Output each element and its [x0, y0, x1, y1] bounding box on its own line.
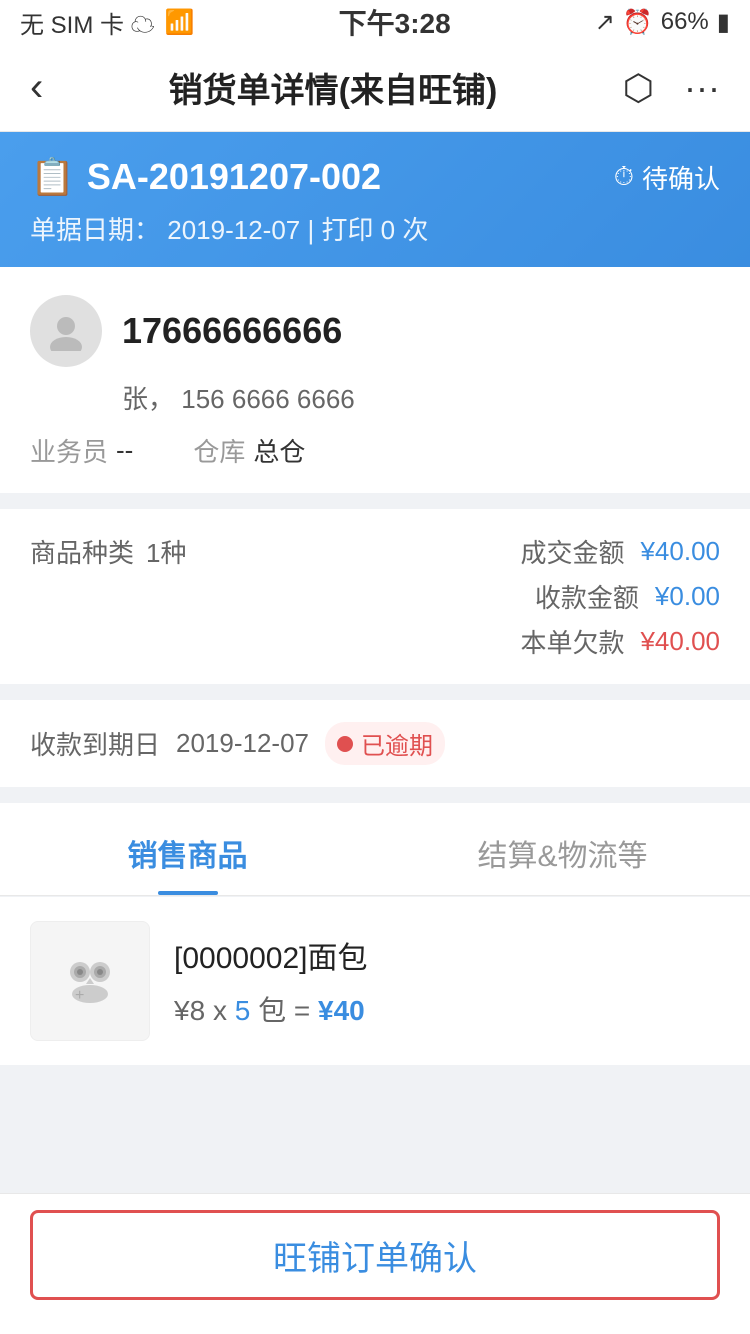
received-label: 收款金额 [535, 578, 639, 615]
product-unit: 包 [258, 995, 286, 1026]
confirm-order-button[interactable]: 旺铺订单确认 [30, 1210, 720, 1300]
customer-meta-row: 业务员 -- 仓库 总仓 [30, 432, 720, 469]
order-date-row: 单据日期： 2019-12-07 | 打印 0 次 [30, 210, 720, 247]
nav-bar: ‹ 销货单详情(来自旺铺) ⬡ ··· [0, 44, 750, 132]
order-header: 📋 SA-20191207-002 ⏱ 待确认 单据日期： 2019-12-07… [0, 132, 750, 267]
sales-rep-label: 业务员 [30, 432, 108, 469]
print-info: | 打印 0 次 [307, 215, 428, 245]
warehouse-item: 仓库 总仓 [193, 432, 305, 469]
contact-name: 张， [122, 384, 174, 414]
transaction-amount: ¥40.00 [640, 536, 720, 567]
battery-icon: ▮ [717, 8, 730, 37]
goods-type-value: 1种 [146, 533, 186, 570]
overdue-text: 已逾期 [361, 726, 433, 761]
share-icon[interactable]: ⬡ [623, 67, 654, 109]
equals-sign: = [294, 995, 318, 1026]
product-qty: 5 [235, 995, 251, 1026]
svg-text:+: + [75, 987, 84, 1004]
alarm-icon: ⏰ [623, 8, 653, 37]
due-date-card: 收款到期日 2019-12-07 已逾期 [0, 700, 750, 787]
avatar [30, 295, 102, 367]
sim-text: 无 SIM 卡 ☁ [20, 5, 155, 40]
date-value: 2019-12-07 [167, 215, 300, 245]
order-status: ⏱ 待确认 [614, 159, 720, 196]
order-icon: 📋 [30, 156, 75, 198]
product-logo-icon: + [55, 950, 125, 1012]
status-bar: 无 SIM 卡 ☁ 📶 下午3:28 ↗ ⏰ 66% ▮ [0, 0, 750, 44]
status-text: 待确认 [642, 159, 720, 196]
sales-rep-item: 业务员 -- [30, 432, 133, 469]
multiply-sign: x [213, 995, 235, 1026]
location-icon: ↗ [595, 8, 615, 37]
product-info: [0000002]面包 ¥8 x 5 包 = ¥40 [174, 933, 720, 1029]
overdue-dot [337, 736, 353, 752]
clock-icon: ⏱ [614, 161, 634, 193]
received-row: 收款金额 ¥0.00 [535, 578, 720, 615]
tabs-container: 销售商品 结算&物流等 [0, 803, 750, 896]
owed-row: 本单欠款 ¥40.00 [520, 623, 720, 660]
owed-label: 本单欠款 [520, 623, 624, 660]
owed-amount: ¥40.00 [640, 626, 720, 657]
order-id-row: 📋 SA-20191207-002 [30, 156, 381, 198]
battery-text: 66% [661, 8, 709, 36]
due-date-value: 2019-12-07 [176, 728, 309, 759]
page-title: 销货单详情(来自旺铺) [169, 63, 498, 112]
goods-type-label: 商品种类 [30, 533, 134, 570]
tabs: 销售商品 结算&物流等 [0, 803, 750, 896]
customer-contact: 张， 156 6666 6666 [30, 379, 720, 416]
order-id-text: SA-20191207-002 [87, 156, 381, 198]
customer-phone: 17666666666 [122, 310, 342, 352]
more-icon[interactable]: ··· [684, 67, 720, 109]
overdue-badge: 已逾期 [325, 722, 445, 765]
transaction-label: 成交金额 [520, 533, 624, 570]
due-date-label: 收款到期日 [30, 725, 160, 762]
nav-actions: ⬡ ··· [623, 67, 720, 109]
table-row: + [0000002]面包 ¥8 x 5 包 = ¥40 [0, 897, 750, 1065]
customer-card: 17666666666 张， 156 6666 6666 业务员 -- 仓库 总… [0, 267, 750, 493]
bottom-bar: 旺铺订单确认 [0, 1193, 750, 1334]
product-name: [0000002]面包 [174, 933, 720, 977]
date-label: 单据日期： [30, 215, 160, 245]
warehouse-label: 仓库 [193, 432, 245, 469]
product-price-row: ¥8 x 5 包 = ¥40 [174, 989, 720, 1029]
product-unit-price: ¥8 [174, 995, 205, 1026]
status-right: ↗ ⏰ 66% ▮ [595, 8, 730, 37]
tab-sales-goods[interactable]: 销售商品 [0, 803, 375, 895]
received-amount: ¥0.00 [655, 581, 720, 612]
transaction-row: 成交金额 ¥40.00 [520, 533, 720, 570]
amounts-section: 成交金额 ¥40.00 收款金额 ¥0.00 本单欠款 ¥40.00 [520, 533, 720, 660]
summary-card: 商品种类 1种 成交金额 ¥40.00 收款金额 ¥0.00 本单欠款 ¥40.… [0, 509, 750, 684]
back-button[interactable]: ‹ [30, 65, 43, 110]
sales-rep-value: -- [116, 435, 133, 466]
goods-type-row: 商品种类 1种 [30, 533, 186, 570]
tab-settlement[interactable]: 结算&物流等 [375, 803, 750, 895]
customer-top-row: 17666666666 [30, 295, 720, 367]
warehouse-value: 总仓 [253, 432, 305, 469]
contact-phone: 156 6666 6666 [181, 384, 355, 414]
status-left: 无 SIM 卡 ☁ 📶 [20, 5, 195, 40]
wifi-icon: 📶 [165, 8, 195, 37]
product-list: + [0000002]面包 ¥8 x 5 包 = ¥40 [0, 897, 750, 1065]
product-total: ¥40 [318, 995, 365, 1026]
product-thumbnail: + [30, 921, 150, 1041]
status-time: 下午3:28 [339, 2, 451, 42]
